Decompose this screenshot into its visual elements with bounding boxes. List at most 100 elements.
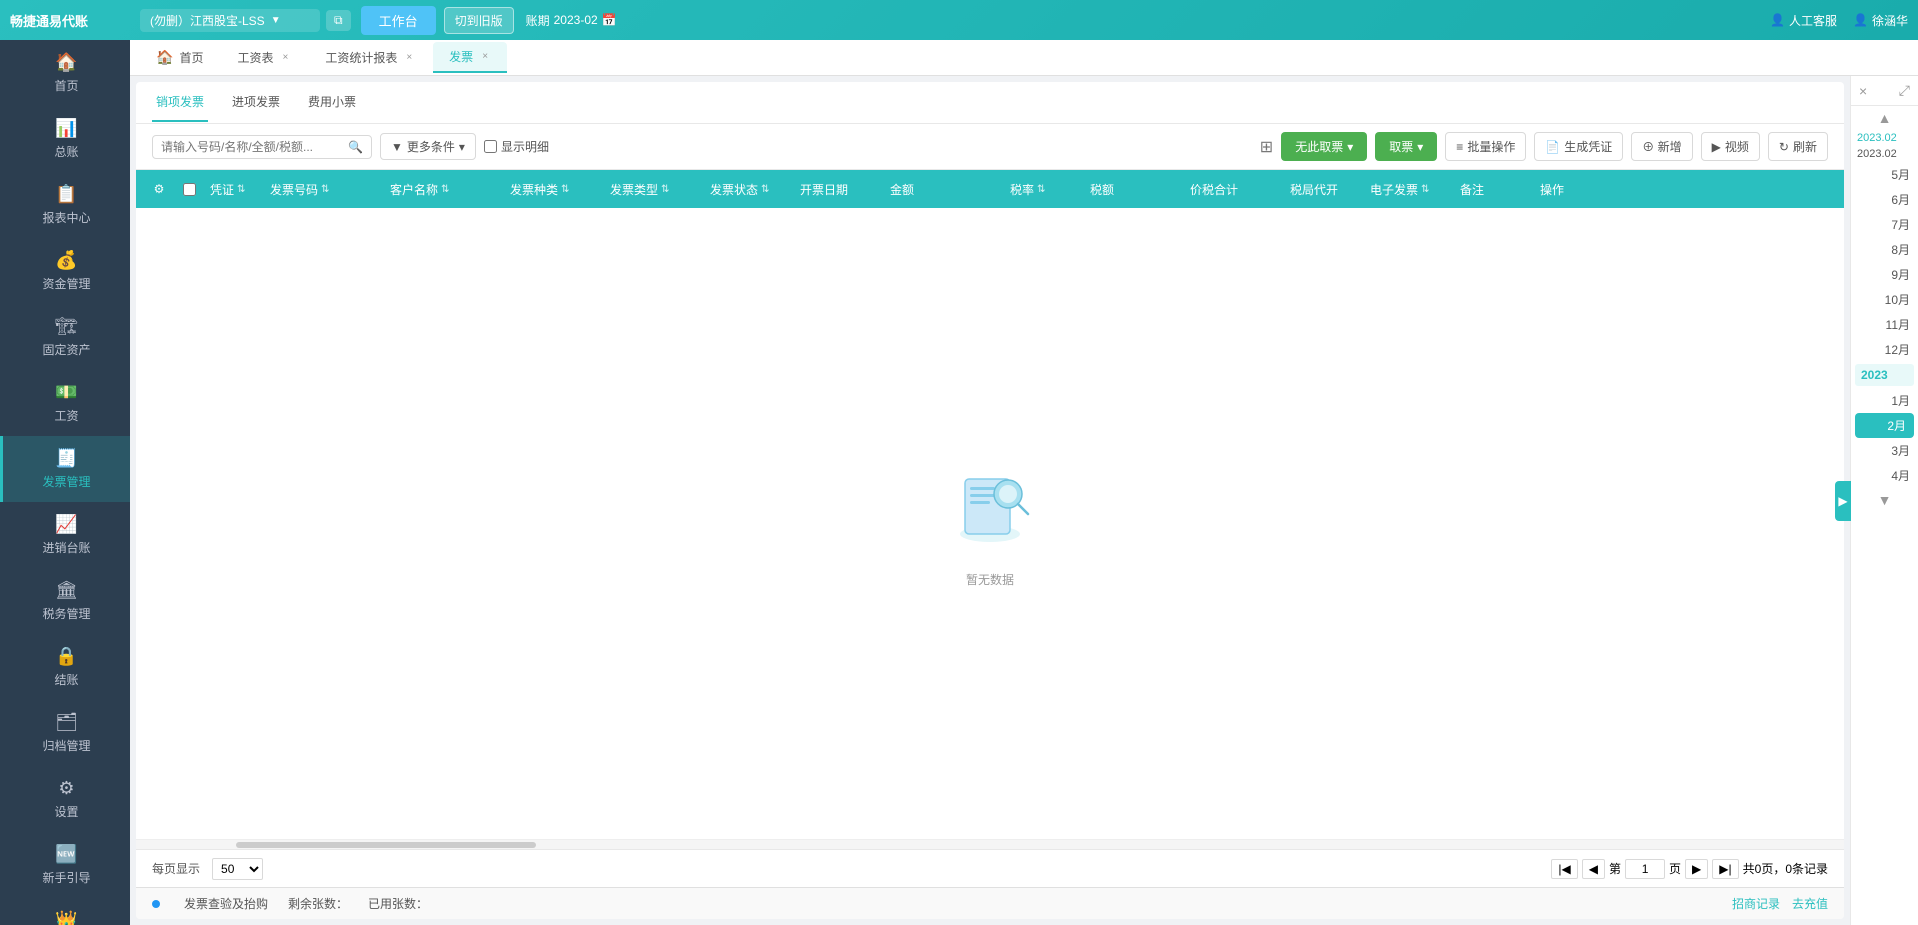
page-last-button[interactable]: ▶| — [1712, 859, 1738, 879]
username: 徐涵华 — [1872, 12, 1908, 29]
date-month-9[interactable]: 9月 — [1851, 262, 1918, 287]
date-month-12[interactable]: 12月 — [1851, 337, 1918, 362]
sidebar-item-settings[interactable]: ⚙ 设置 — [0, 766, 130, 832]
recharge-link[interactable]: 去充值 — [1792, 895, 1828, 912]
date-month-3[interactable]: 3月 — [1851, 438, 1918, 463]
th-tax-label: 税额 — [1090, 181, 1114, 198]
batch-op-button[interactable]: ≡ 批量操作 — [1445, 132, 1526, 161]
bottom-bar: 每页显示 50 100 |◀ ◀ 第 页 ▶ — [136, 849, 1844, 887]
date-sidebar-toggle[interactable]: ▶ — [1835, 481, 1851, 521]
generate-voucher-button[interactable]: 📄 生成凭证 — [1534, 132, 1623, 161]
th-operate: 操作 — [1534, 181, 1836, 198]
workspace-button[interactable]: 工作台 — [361, 6, 436, 35]
invoice-status-sort-icon[interactable]: ⇅ — [761, 184, 769, 195]
sidebar-item-salary[interactable]: 💵 工资 — [0, 370, 130, 436]
page-first-button[interactable]: |◀ — [1551, 859, 1577, 879]
page-prev-button[interactable]: ◀ — [1582, 859, 1605, 879]
app-logo: 畅捷通易代账 — [10, 11, 88, 30]
filter-button[interactable]: ▼ 更多条件 ▾ — [380, 133, 476, 160]
toolbar-right: ⊞ 无此取票 ▾ 取票 ▾ ≡ 批量操作 — [1260, 132, 1828, 161]
date-year-2023[interactable]: 2023 — [1855, 364, 1914, 386]
invite-link[interactable]: 招商记录 — [1732, 895, 1780, 912]
page-input[interactable] — [1625, 859, 1665, 879]
ticket-button[interactable]: 取票 ▾ — [1375, 132, 1437, 161]
sidebar-item-closing[interactable]: 🔒 结账 — [0, 634, 130, 700]
date-month-4[interactable]: 4月 — [1851, 463, 1918, 488]
date-sidebar-close[interactable]: × — [1859, 83, 1867, 99]
sub-tab-incoming[interactable]: 进项发票 — [228, 83, 284, 122]
table-scroll-thumb[interactable] — [236, 842, 536, 848]
tab-salary-close[interactable]: × — [279, 51, 291, 64]
date-sidebar-expand[interactable]: ⤢ — [1899, 82, 1910, 99]
generate-label: 生成凭证 — [1564, 138, 1612, 155]
refresh-icon: ↻ — [1779, 140, 1789, 154]
tab-salary-stats-close[interactable]: × — [403, 51, 415, 64]
per-page-select[interactable]: 50 100 — [212, 858, 263, 880]
th-invoice-type-label: 发票种类 — [510, 181, 558, 198]
page-next-button[interactable]: ▶ — [1685, 859, 1708, 879]
customer-service[interactable]: 👤 人工客服 — [1770, 12, 1837, 29]
company-selector[interactable]: (勿删）江西股宝-LSS ▼ — [140, 9, 320, 32]
user-info[interactable]: 👤 徐涵华 — [1853, 12, 1908, 29]
tab-home[interactable]: 🏠 首页 — [140, 43, 219, 72]
sidebar-item-home[interactable]: 🏠 首页 — [0, 40, 130, 106]
date-month-2[interactable]: 2月 — [1855, 413, 1914, 438]
sidebar-item-assets[interactable]: 🏗 固定资产 — [0, 304, 130, 370]
sidebar-item-sales[interactable]: 📈 进销台账 — [0, 502, 130, 568]
empty-state: 暂无数据 — [136, 208, 1844, 839]
date-month-1[interactable]: 1月 — [1851, 388, 1918, 413]
tab-salary-label: 工资表 — [237, 49, 273, 66]
grid-view-icon[interactable]: ⊞ — [1260, 137, 1273, 157]
sidebar-item-member[interactable]: 👑 畅会员 — [0, 898, 130, 925]
sidebar-item-reports[interactable]: 📋 报表中心 — [0, 172, 130, 238]
e-invoice-sort-icon[interactable]: ⇅ — [1421, 184, 1429, 195]
page-content: 销项发票 进项发票 费用小票 🔍 — [136, 82, 1844, 919]
tax-rate-sort-icon[interactable]: ⇅ — [1037, 184, 1045, 195]
date-scroll-down[interactable]: ▼ — [1851, 488, 1918, 512]
date-month-5[interactable]: 5月 — [1851, 162, 1918, 187]
date-month-6[interactable]: 6月 — [1851, 187, 1918, 212]
date-scroll-up[interactable]: ▲ — [1851, 106, 1918, 130]
sidebar-item-ledger[interactable]: 📊 总账 — [0, 106, 130, 172]
tab-bar: 🏠 首页 工资表 × 工资统计报表 × 发票 × — [130, 40, 1918, 76]
search-icon: 🔍 — [348, 140, 363, 154]
date-month-11[interactable]: 11月 — [1851, 312, 1918, 337]
tab-salary-stats[interactable]: 工资统计报表 × — [309, 43, 431, 72]
sidebar-item-archive[interactable]: 🗂 归档管理 — [0, 700, 130, 766]
date-month-10[interactable]: 10月 — [1851, 287, 1918, 312]
customer-sort-icon[interactable]: ⇅ — [441, 184, 449, 195]
batch-label: 批量操作 — [1467, 138, 1515, 155]
th-check[interactable] — [174, 183, 204, 196]
refresh-button[interactable]: ↻ 刷新 — [1768, 132, 1828, 161]
show-detail-label: 显示明细 — [501, 138, 549, 155]
th-customer: 客户名称 ⇅ — [384, 181, 504, 198]
no-ticket-label: 无此取票 — [1295, 138, 1343, 155]
video-button[interactable]: ▶ 视频 — [1701, 132, 1760, 161]
table-scrollbar[interactable] — [136, 839, 1844, 849]
tab-salary[interactable]: 工资表 × — [221, 43, 307, 72]
sidebar-item-tax[interactable]: 🏛 税务管理 — [0, 568, 130, 634]
show-detail-input[interactable] — [484, 140, 497, 153]
voucher-sort-icon[interactable]: ⇅ — [237, 184, 245, 195]
date-month-8[interactable]: 8月 — [1851, 237, 1918, 262]
date-month-7[interactable]: 7月 — [1851, 212, 1918, 237]
search-input[interactable] — [161, 140, 342, 154]
invoice-cat-sort-icon[interactable]: ⇅ — [661, 184, 669, 195]
no-ticket-button[interactable]: 无此取票 ▾ — [1281, 132, 1367, 161]
th-e-invoice-label: 电子发票 — [1370, 181, 1418, 198]
tab-invoice[interactable]: 发票 × — [433, 42, 507, 73]
invoice-type-sort-icon[interactable]: ⇅ — [561, 184, 569, 195]
th-tax-code-label: 税局代开 — [1290, 181, 1338, 198]
sidebar-item-funds[interactable]: 💰 资金管理 — [0, 238, 130, 304]
show-detail-checkbox[interactable]: 显示明细 — [484, 138, 549, 155]
sidebar-item-guide[interactable]: 🆕 新手引导 — [0, 832, 130, 898]
sidebar-item-invoice[interactable]: 🧾 发票管理 — [0, 436, 130, 502]
sub-tab-outgoing[interactable]: 销项发票 — [152, 83, 208, 122]
sub-tab-expense[interactable]: 费用小票 — [304, 83, 360, 122]
select-all-checkbox[interactable] — [183, 183, 196, 196]
new-button[interactable]: ⊕ 新增 — [1631, 132, 1692, 161]
invoice-no-sort-icon[interactable]: ⇅ — [321, 184, 329, 195]
copy-company-button[interactable]: ⧉ — [326, 10, 351, 31]
tab-invoice-close[interactable]: × — [479, 50, 491, 63]
switch-version-button[interactable]: 切到旧版 — [444, 7, 514, 34]
